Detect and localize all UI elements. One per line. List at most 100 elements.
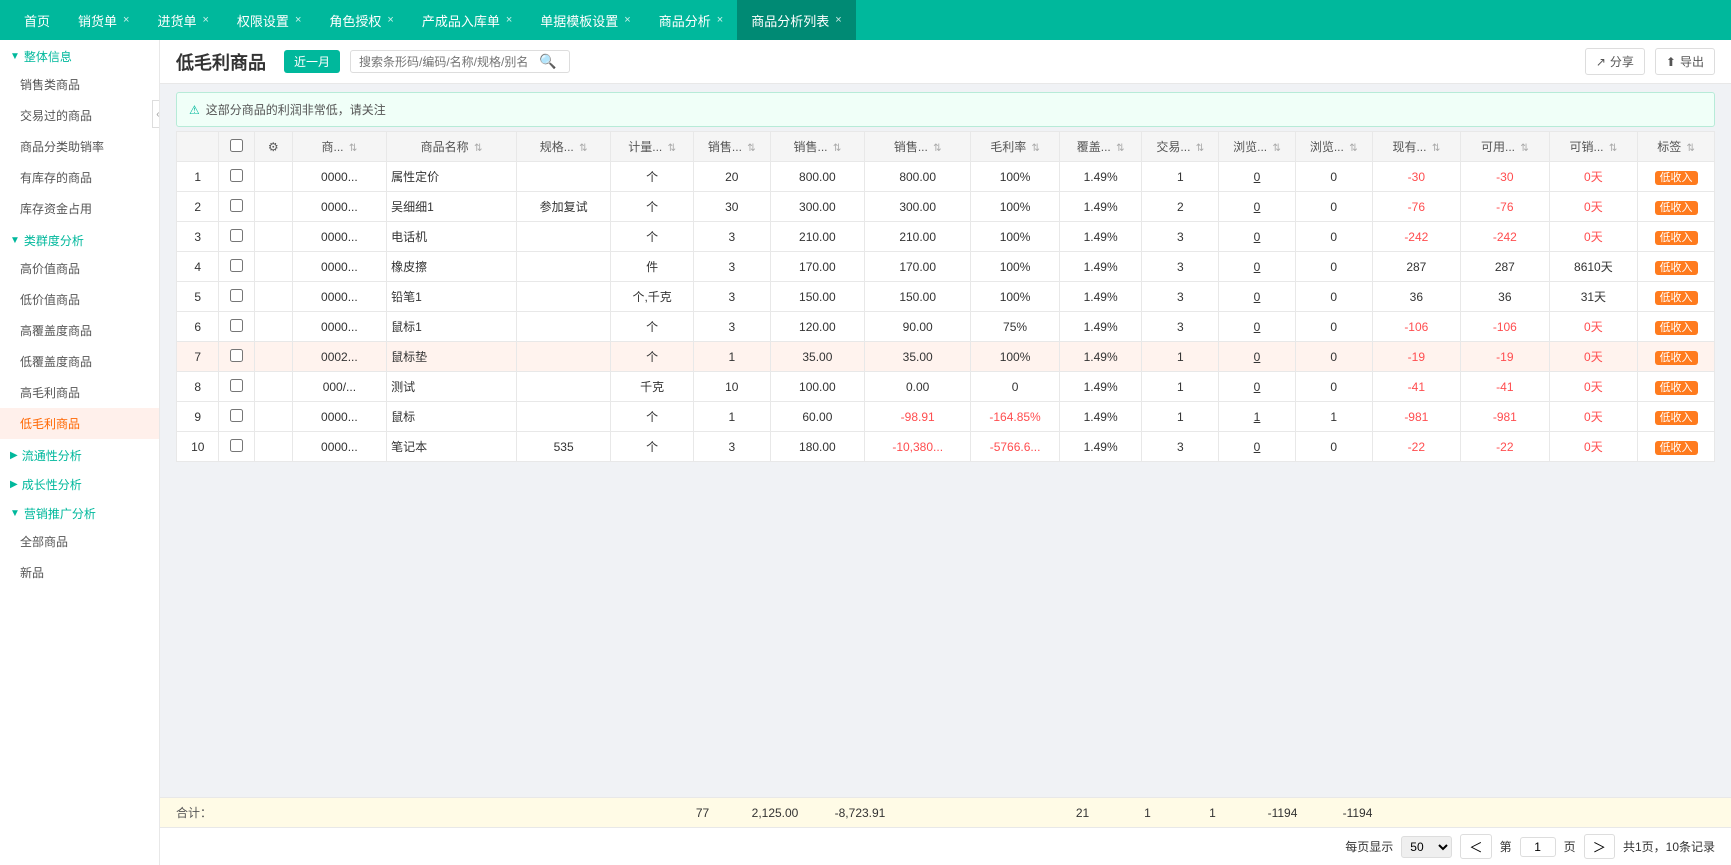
th-sales-qty: 销售... ⇅ — [693, 132, 770, 162]
close-icon[interactable]: × — [202, 14, 208, 26]
cell-trade-count: 3 — [1142, 282, 1219, 312]
row-checkbox[interactable] — [230, 199, 243, 212]
search-icon[interactable]: 🔍 — [539, 53, 556, 70]
nav-sales[interactable]: 销货单 × — [64, 0, 143, 40]
close-icon[interactable]: × — [506, 14, 512, 26]
cell-cover-rate: 1.49% — [1059, 162, 1142, 192]
nav-permissions[interactable]: 权限设置 × — [223, 0, 315, 40]
search-input[interactable] — [359, 55, 539, 69]
cell-view2: 0 — [1295, 192, 1372, 222]
prev-page-button[interactable]: ＜ — [1460, 834, 1491, 859]
cell-seq: 4 — [177, 252, 219, 282]
per-page-select[interactable]: 50 100 200 — [1401, 836, 1452, 858]
sidebar-group-overview: ▼ 整体信息 销售类商品 交易过的商品 商品分类助销率 有库存的商品 库存资金占… — [0, 40, 159, 224]
cell-view1: 0 — [1219, 312, 1296, 342]
sidebar-item-high-value[interactable]: 高价值商品 — [0, 253, 159, 284]
row-checkbox[interactable] — [230, 319, 243, 332]
row-checkbox[interactable] — [230, 229, 243, 242]
gear-icon[interactable]: ⚙ — [268, 140, 279, 154]
nav-home[interactable]: 首页 — [10, 0, 64, 40]
cell-unit: 个 — [611, 432, 694, 462]
cell-tag: 低收入 — [1638, 222, 1715, 252]
sidebar-group-title-liquidity[interactable]: ▶ 流通性分析 — [0, 439, 159, 468]
sidebar-group-title-marketing[interactable]: ▼ 营销推广分析 — [0, 497, 159, 526]
header-actions: ↗ 分享 ⬆ 导出 — [1585, 48, 1715, 75]
sidebar-item-low-value[interactable]: 低价值商品 — [0, 284, 159, 315]
close-icon[interactable]: × — [123, 14, 129, 26]
main-header: 低毛利商品 近一月 🔍 ↗ 分享 ⬆ 导出 — [160, 40, 1731, 84]
cell-view1: 1 — [1219, 402, 1296, 432]
cell-stock-sale: 0天 — [1549, 312, 1638, 342]
nav-finished-goods[interactable]: 产成品入库单 × — [408, 0, 526, 40]
nav-purchase[interactable]: 进货单 × — [143, 0, 222, 40]
page-input[interactable] — [1520, 837, 1556, 857]
cell-unit: 个 — [611, 162, 694, 192]
cell-spec — [516, 282, 610, 312]
row-checkbox[interactable] — [230, 259, 243, 272]
nav-product-analysis[interactable]: 商品分析 × — [645, 0, 737, 40]
next-page-button[interactable]: ＞ — [1584, 834, 1615, 859]
expand-icon: ▼ — [10, 508, 20, 519]
notice-icon: ⚠ — [189, 103, 200, 117]
nav-template[interactable]: 单据模板设置 × — [526, 0, 644, 40]
sidebar-item-stock-funds[interactable]: 库存资金占用 — [0, 193, 159, 224]
cell-stock-avail: -76 — [1461, 192, 1550, 222]
cell-actions — [254, 252, 292, 282]
sidebar-item-category-rate[interactable]: 商品分类助销率 — [0, 131, 159, 162]
sidebar-item-traded-goods[interactable]: 交易过的商品 — [0, 100, 159, 131]
cell-check — [219, 432, 254, 462]
row-checkbox[interactable] — [230, 289, 243, 302]
export-button[interactable]: ⬆ 导出 — [1655, 48, 1715, 75]
cell-stock-sale: 0天 — [1549, 432, 1638, 462]
nav-role[interactable]: 角色授权 × — [315, 0, 407, 40]
cell-tag: 低收入 — [1638, 342, 1715, 372]
cell-gross-rate: 100% — [971, 252, 1060, 282]
sidebar-item-all-goods[interactable]: 全部商品 — [0, 526, 159, 557]
close-icon[interactable]: × — [624, 14, 630, 26]
close-icon[interactable]: × — [295, 14, 301, 26]
sidebar-item-high-margin[interactable]: 高毛利商品 — [0, 377, 159, 408]
close-icon[interactable]: × — [387, 14, 393, 26]
close-icon[interactable]: × — [835, 14, 841, 26]
sidebar-item-stock-goods[interactable]: 有库存的商品 — [0, 162, 159, 193]
cell-view2: 0 — [1295, 312, 1372, 342]
row-checkbox[interactable] — [230, 409, 243, 422]
close-icon[interactable]: × — [717, 14, 723, 26]
sidebar-group-title-growth[interactable]: ▶ 成长性分析 — [0, 468, 159, 497]
share-button[interactable]: ↗ 分享 — [1585, 48, 1645, 75]
sidebar-group-title-overview[interactable]: ▼ 整体信息 — [0, 40, 159, 69]
row-checkbox[interactable] — [230, 379, 243, 392]
cell-stock-avail: -242 — [1461, 222, 1550, 252]
sidebar-item-sales-goods[interactable]: 销售类商品 — [0, 69, 159, 100]
sidebar-item-high-coverage[interactable]: 高覆盖度商品 — [0, 315, 159, 346]
row-checkbox[interactable] — [230, 439, 243, 452]
cell-seq: 6 — [177, 312, 219, 342]
row-checkbox[interactable] — [230, 169, 243, 182]
sidebar-collapse-btn[interactable]: « — [152, 100, 160, 128]
table-row: 5 0000... 铅笔1 个,千克 3 150.00 150.00 100% … — [177, 282, 1715, 312]
cell-sales-qty: 10 — [693, 372, 770, 402]
sidebar-item-low-margin[interactable]: 低毛利商品 — [0, 408, 159, 439]
cell-sales-qty: 30 — [693, 192, 770, 222]
time-filter-button[interactable]: 近一月 — [284, 50, 340, 73]
cell-view1: 0 — [1219, 252, 1296, 282]
cell-name: 鼠标1 — [387, 312, 517, 342]
sidebar-item-low-coverage[interactable]: 低覆盖度商品 — [0, 346, 159, 377]
cell-name: 铅笔1 — [387, 282, 517, 312]
cell-check — [219, 252, 254, 282]
cell-cover-rate: 1.49% — [1059, 402, 1142, 432]
select-all-checkbox[interactable] — [230, 139, 243, 152]
cell-stock-sale: 0天 — [1549, 402, 1638, 432]
cell-cover-rate: 1.49% — [1059, 432, 1142, 462]
sidebar-group-title-cluster[interactable]: ▼ 类群度分析 — [0, 224, 159, 253]
nav-product-analysis-list[interactable]: 商品分析列表 × — [737, 0, 855, 40]
sidebar-item-new-goods[interactable]: 新品 — [0, 557, 159, 588]
cell-spec: 535 — [516, 432, 610, 462]
row-checkbox[interactable] — [230, 349, 243, 362]
cell-stock-sale: 31天 — [1549, 282, 1638, 312]
cell-sales-profit: 150.00 — [865, 282, 971, 312]
cell-trade-count: 1 — [1142, 402, 1219, 432]
cell-code: 0000... — [292, 162, 386, 192]
cell-stock-sale: 8610天 — [1549, 252, 1638, 282]
sidebar-group-marketing: ▼ 营销推广分析 全部商品 新品 — [0, 497, 159, 588]
